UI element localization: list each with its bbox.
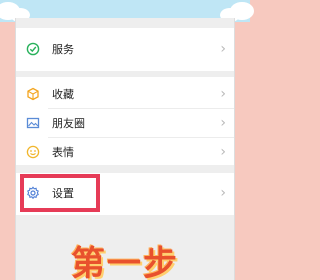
menu-item-favorites[interactable]: 收藏 › <box>16 79 234 109</box>
menu-item-stickers[interactable]: 表情 › <box>16 137 234 167</box>
step-title: 第一步 <box>71 244 179 280</box>
chevron-right-icon: › <box>220 86 226 102</box>
settings-highlight-box <box>20 174 100 212</box>
menu-group-services: 服务 › <box>16 28 234 71</box>
moments-icon <box>26 116 40 130</box>
stickers-icon <box>26 145 40 159</box>
favorites-icon <box>26 87 40 101</box>
chevron-right-icon: › <box>220 41 226 57</box>
menu-item-services[interactable]: 服务 › <box>16 34 234 64</box>
menu-item-label: 表情 <box>52 146 74 159</box>
chevron-right-icon: › <box>220 144 226 160</box>
menu-item-label: 收藏 <box>52 88 74 101</box>
menu-item-label: 服务 <box>52 43 74 56</box>
menu-item-label: 朋友圈 <box>52 117 85 130</box>
services-icon <box>26 42 40 56</box>
phone-screen: 服务 › 收藏 › 朋友圈 › 表情 › 设置 › 第一步 <box>15 18 235 280</box>
menu-group-content: 收藏 › 朋友圈 › 表情 › <box>16 77 234 165</box>
chevron-right-icon: › <box>220 115 226 131</box>
chevron-right-icon: › <box>220 185 226 201</box>
menu-item-moments[interactable]: 朋友圈 › <box>16 108 234 138</box>
